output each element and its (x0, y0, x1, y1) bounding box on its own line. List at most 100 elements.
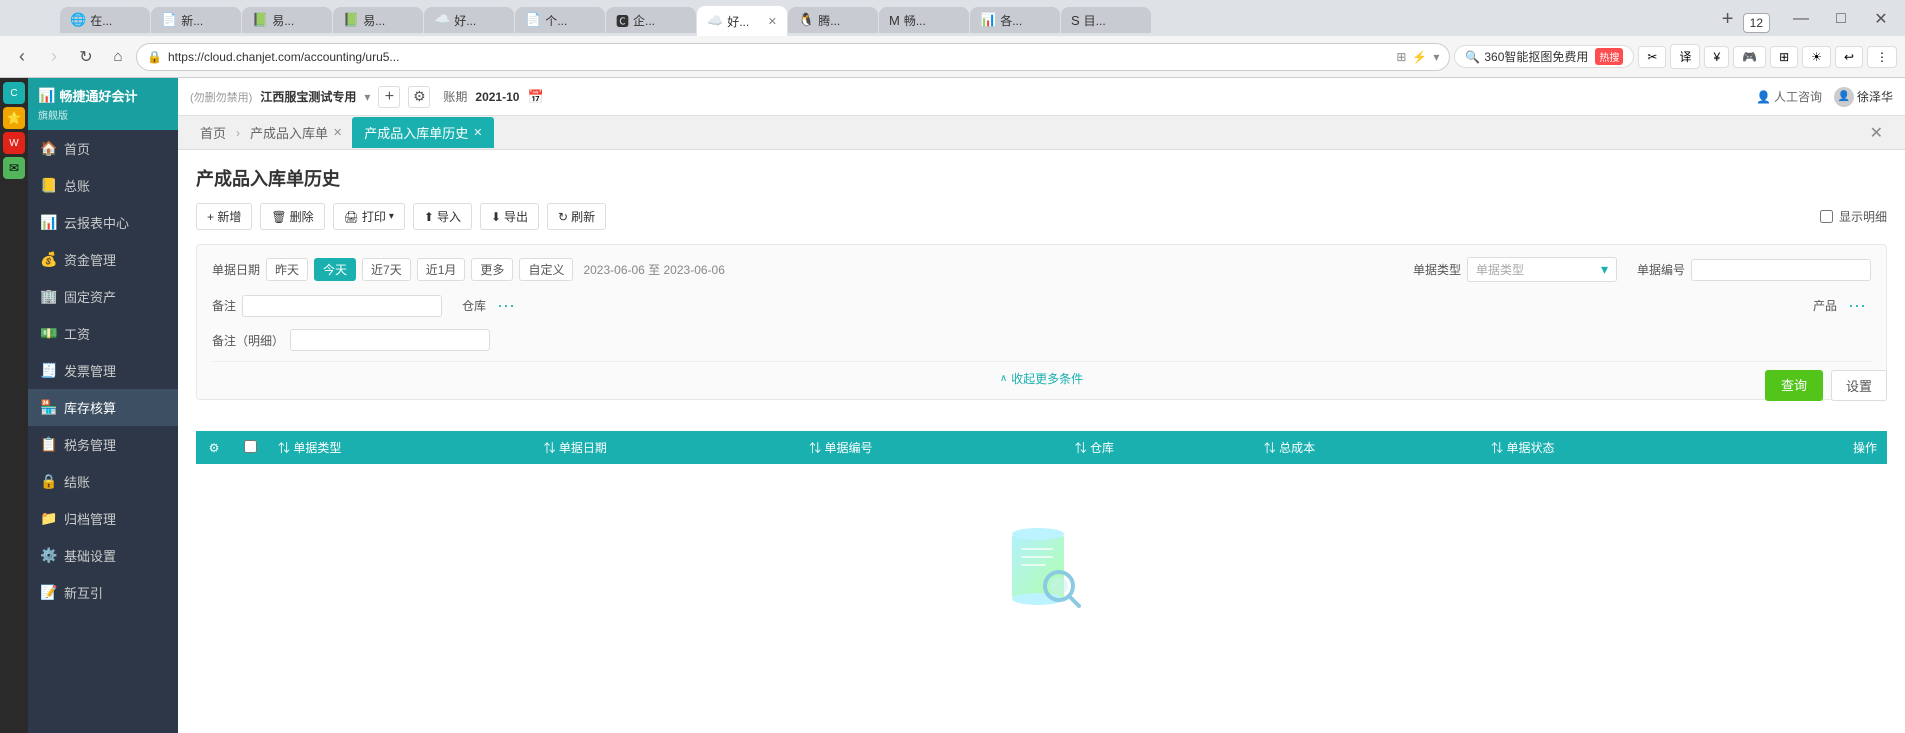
date-btn-yesterday[interactable]: 昨天 (266, 258, 308, 281)
tab-bill-history[interactable]: 产成品入库单历史 ✕ (352, 117, 494, 148)
yuan-tool[interactable]: ¥ (1704, 46, 1729, 68)
sidebar-item-report[interactable]: 📊云报表中心 (28, 204, 178, 241)
setup-button[interactable]: 设置 (1831, 370, 1887, 401)
collapse-button[interactable]: ∧ 收起更多条件 (1000, 370, 1083, 387)
add-button-topbar[interactable]: + (378, 86, 400, 108)
user-info[interactable]: 👤 徐泽华 (1834, 87, 1893, 107)
game-tool[interactable]: 🎮 (1733, 46, 1766, 68)
col-bill-date[interactable]: ⇅ 单据日期 (534, 431, 800, 464)
tab-favicon-tab5: ☁️ (434, 12, 450, 28)
sidebar-item-basic[interactable]: ⚙️基础设置 (28, 537, 178, 574)
col-gear[interactable]: ⚙ (196, 431, 232, 464)
tab-close-tab8[interactable]: ✕ (768, 15, 777, 28)
sidebar-item-invoice[interactable]: 🧾发票管理 (28, 352, 178, 389)
date-btn-7days[interactable]: 近7天 (362, 258, 411, 281)
breadcrumb-home[interactable]: 首页 (190, 117, 236, 148)
settings-button-topbar[interactable]: ⚙ (408, 86, 430, 108)
col-checkbox[interactable] (232, 431, 268, 464)
app-icon-chanjet[interactable]: C (3, 82, 25, 104)
browser-tab-tab6[interactable]: 📄个... (515, 7, 605, 33)
tab-bill-history-close[interactable]: ✕ (473, 126, 482, 139)
print-label: 打印 (362, 208, 386, 225)
browser-tab-tab9[interactable]: 🐧腾... (788, 7, 878, 33)
delete-button[interactable]: 🗑 删除 (260, 203, 324, 230)
sidebar-item-archive[interactable]: 📁归档管理 (28, 500, 178, 537)
date-btn-1month[interactable]: 近1月 (417, 258, 466, 281)
sidebar-item-home[interactable]: 🏠首页 (28, 130, 178, 167)
home-button[interactable]: ⌂ (104, 43, 132, 71)
browser-tab-tab3[interactable]: 📗易... (242, 7, 332, 33)
search-bar[interactable]: 🔍 360智能抠图免费用 热搜 (1454, 45, 1634, 68)
browser-tab-tab5[interactable]: ☁️好... (424, 7, 514, 33)
select-all-checkbox[interactable] (244, 440, 257, 453)
translate-tool[interactable]: 译 (1670, 44, 1700, 69)
product-selector[interactable]: ··· (1843, 292, 1871, 319)
page-close-button[interactable]: ✕ (1860, 119, 1893, 147)
forward-button[interactable]: › (40, 43, 68, 71)
sidebar-item-ledger[interactable]: 📒总账 (28, 167, 178, 204)
warehouse-selector[interactable]: ··· (492, 292, 520, 319)
date-btn-more[interactable]: 更多 (471, 258, 513, 281)
remark-input[interactable] (242, 295, 442, 317)
date-range-text: 2023-06-06 至 2023-06-06 (583, 261, 724, 278)
browser-tab-tab7[interactable]: 🅲企... (606, 7, 696, 33)
company-dropdown[interactable]: ▾ (364, 90, 370, 104)
show-detail-checkbox[interactable] (1820, 210, 1833, 223)
sidebar-item-tax[interactable]: 📋税务管理 (28, 426, 178, 463)
bill-no-input[interactable] (1691, 259, 1871, 281)
period-label: 账期 (443, 88, 467, 105)
service-label: 人工咨询 (1774, 88, 1822, 105)
print-button[interactable]: 🖨 打印 ▾ (333, 203, 405, 230)
app-icon-weibo[interactable]: W (3, 132, 25, 154)
browser-tab-tab2[interactable]: 📄新... (151, 7, 241, 33)
win-close-button[interactable]: ✕ (1861, 5, 1901, 33)
sidebar-icon-tax: 📋 (40, 436, 56, 453)
address-bar[interactable]: 🔒 https://cloud.chanjet.com/accounting/u… (136, 43, 1450, 71)
scissors-tool[interactable]: ✂ (1638, 46, 1666, 68)
refresh-button-toolbar[interactable]: ↻ 刷新 (547, 203, 606, 230)
export-button[interactable]: ⬇ 导出 (480, 203, 539, 230)
date-btn-custom[interactable]: 自定义 (519, 258, 573, 281)
app-icon-star[interactable]: ⭐ (3, 107, 25, 129)
col-bill-type[interactable]: ⇅ 单据类型 (268, 431, 534, 464)
browser-tab-tab4[interactable]: 📗易... (333, 7, 423, 33)
more-tool[interactable]: ⋮ (1867, 46, 1897, 68)
bill-type-select[interactable]: 单据类型 ▾ (1467, 257, 1617, 282)
tab-label-tab5: 好... (454, 12, 504, 29)
win-minimize-button[interactable]: — (1781, 5, 1821, 33)
browser-tab-tab12[interactable]: S目... (1061, 7, 1151, 33)
col-total-cost[interactable]: ⇅ 总成本 (1254, 431, 1481, 464)
query-button[interactable]: 查询 (1765, 370, 1823, 401)
brightness-tool[interactable]: ☀ (1802, 46, 1831, 68)
tab-bill-list-close[interactable]: ✕ (333, 126, 342, 139)
sidebar-item-funds[interactable]: 💰资金管理 (28, 241, 178, 278)
layout-tool[interactable]: ⊞ (1770, 46, 1798, 68)
tab-count-badge[interactable]: 12 (1743, 13, 1770, 33)
browser-tab-tab1[interactable]: 🌐在... (60, 7, 150, 33)
sidebar-item-inventory[interactable]: 🏪库存核算 (28, 389, 178, 426)
sidebar-item-close[interactable]: 🔒结账 (28, 463, 178, 500)
win-maximize-button[interactable]: □ (1821, 5, 1861, 33)
tab-bill-list[interactable]: 产成品入库单 ✕ (240, 117, 352, 148)
app-icon-mail[interactable]: ✉ (3, 157, 25, 179)
service-button[interactable]: 👤 人工咨询 (1756, 88, 1822, 105)
calendar-icon[interactable]: 📅 (527, 89, 543, 105)
sidebar-item-newbill[interactable]: 📝新互引 (28, 574, 178, 611)
import-icon: ⬆ (424, 210, 434, 224)
browser-tab-tab11[interactable]: 📊各... (970, 7, 1060, 33)
browser-tab-tab8[interactable]: ☁️好...✕ (697, 6, 787, 36)
sidebar-item-salary[interactable]: 💵工资 (28, 315, 178, 352)
remark-detail-input[interactable] (290, 329, 490, 351)
refresh-button[interactable]: ↻ (72, 43, 100, 71)
back-button[interactable]: ‹ (8, 43, 36, 71)
col-bill-no[interactable]: ⇅ 单据编号 (799, 431, 1065, 464)
sidebar-item-fixed[interactable]: 🏢固定资产 (28, 278, 178, 315)
new-button[interactable]: + 新增 (196, 203, 252, 230)
undo-tool[interactable]: ↩ (1835, 46, 1863, 68)
browser-tab-tab10[interactable]: M畅... (879, 7, 969, 33)
import-button[interactable]: ⬆ 导入 (413, 203, 472, 230)
date-btn-today[interactable]: 今天 (314, 258, 356, 281)
tab-add-button[interactable]: + (1714, 5, 1742, 33)
col-warehouse[interactable]: ⇅ 仓库 (1065, 431, 1254, 464)
col-bill-status[interactable]: ⇅ 单据状态 (1481, 431, 1747, 464)
